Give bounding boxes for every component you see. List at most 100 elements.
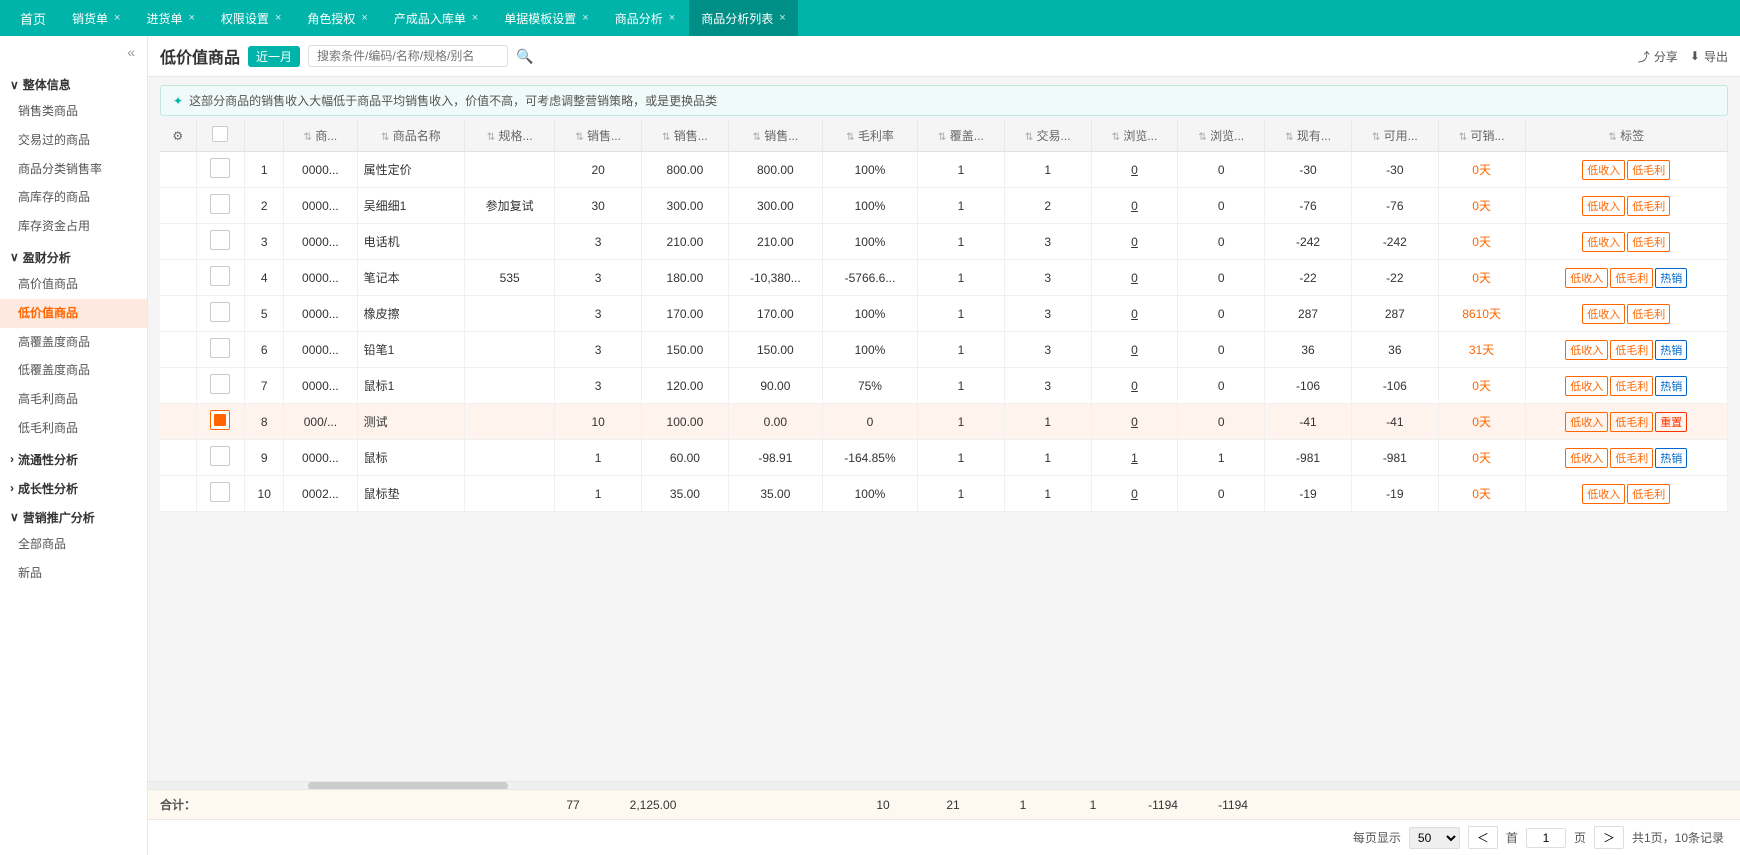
cell-checkbox[interactable] [196, 476, 245, 512]
row-checkbox[interactable] [210, 194, 230, 214]
row-checkbox[interactable] [210, 266, 230, 286]
table-row[interactable]: 2 0000... 吴细细1 参加复试 30 300.00 300.00 100… [160, 188, 1728, 224]
next-page-btn[interactable]: ＞ [1594, 826, 1624, 849]
cell-browse1[interactable]: 0 [1091, 332, 1178, 368]
close-icon[interactable]: × [361, 12, 367, 24]
sidebar-group-profit[interactable]: ∨盈财分析 [0, 241, 147, 270]
sidebar-item-high-margin[interactable]: 高毛利商品 [0, 385, 147, 414]
row-checkbox[interactable] [210, 302, 230, 322]
sidebar-item-category-sales-rate[interactable]: 商品分类销售率 [0, 155, 147, 184]
nav-sales-order[interactable]: 销货单× [60, 0, 132, 36]
col-stock2[interactable]: ⇅ 可用... [1351, 120, 1438, 152]
sidebar-item-low-value[interactable]: 低价值商品 [0, 299, 147, 328]
table-area[interactable]: ⚙ ⇅ 商... ⇅ 商品名称 ⇅ 规格... ⇅ 销售... ⇅ 销售... … [160, 120, 1728, 781]
browse-link[interactable]: 0 [1131, 271, 1138, 285]
sidebar-group-marketing[interactable]: ∨营销推广分析 [0, 501, 147, 530]
nav-product-analysis-list[interactable]: 商品分析列表× [689, 0, 797, 36]
col-settings[interactable]: ⚙ [160, 120, 196, 152]
cell-checkbox[interactable] [196, 296, 245, 332]
sidebar-group-liquidity[interactable]: ›流通性分析 [0, 443, 147, 472]
cell-checkbox[interactable] [196, 368, 245, 404]
col-browse2[interactable]: ⇅ 浏览... [1178, 120, 1265, 152]
col-days[interactable]: ⇅ 可销... [1438, 120, 1525, 152]
col-sales2[interactable]: ⇅ 销售... [728, 120, 822, 152]
per-page-select[interactable]: 50 100 [1409, 827, 1460, 849]
col-browse1[interactable]: ⇅ 浏览... [1091, 120, 1178, 152]
period-button[interactable]: 近一月 [248, 46, 300, 67]
sidebar-item-low-coverage[interactable]: 低覆盖度商品 [0, 356, 147, 385]
cell-browse1[interactable]: 0 [1091, 224, 1178, 260]
sidebar-item-all-products[interactable]: 全部商品 [0, 530, 147, 559]
table-row[interactable]: 9 0000... 鼠标 1 60.00 -98.91 -164.85% 1 1… [160, 440, 1728, 476]
row-checkbox[interactable] [210, 158, 230, 178]
row-checkbox[interactable] [210, 230, 230, 250]
cell-browse1[interactable]: 0 [1091, 188, 1178, 224]
collapse-sidebar-btn[interactable]: « [123, 40, 139, 64]
row-checkbox[interactable] [210, 374, 230, 394]
browse-link[interactable]: 0 [1131, 379, 1138, 393]
browse-link[interactable]: 1 [1131, 451, 1138, 465]
close-icon[interactable]: × [114, 12, 120, 24]
sidebar-item-sales-products[interactable]: 销售类商品 [0, 97, 147, 126]
row-checkbox[interactable] [210, 338, 230, 358]
nav-product-analysis[interactable]: 商品分析× [603, 0, 687, 36]
browse-link[interactable]: 0 [1131, 235, 1138, 249]
table-row[interactable]: 7 0000... 鼠标1 3 120.00 90.00 75% 1 3 0 0… [160, 368, 1728, 404]
page-input[interactable] [1526, 828, 1566, 848]
close-icon[interactable]: × [779, 12, 785, 24]
row-checkbox[interactable] [210, 410, 230, 430]
nav-role-auth[interactable]: 角色授权× [295, 0, 379, 36]
share-button[interactable]: ⤴ 分享 [1638, 48, 1678, 65]
table-row[interactable]: 5 0000... 橡皮擦 3 170.00 170.00 100% 1 3 0… [160, 296, 1728, 332]
cell-checkbox[interactable] [196, 224, 245, 260]
col-cover[interactable]: ⇅ 覆盖... [918, 120, 1005, 152]
cell-browse1[interactable]: 0 [1091, 368, 1178, 404]
search-input[interactable] [308, 45, 508, 67]
cell-browse1[interactable]: 0 [1091, 296, 1178, 332]
sidebar-item-high-stock[interactable]: 高库存的商品 [0, 183, 147, 212]
cell-checkbox[interactable] [196, 260, 245, 296]
sidebar-item-traded-products[interactable]: 交易过的商品 [0, 126, 147, 155]
table-row[interactable]: 8 000/... 测试 10 100.00 0.00 0 1 1 0 0 -4… [160, 404, 1728, 440]
horizontal-scrollbar[interactable] [148, 781, 1740, 789]
sidebar-item-high-coverage[interactable]: 高覆盖度商品 [0, 328, 147, 357]
cell-browse1[interactable]: 0 [1091, 152, 1178, 188]
col-trade[interactable]: ⇅ 交易... [1004, 120, 1091, 152]
table-row[interactable]: 3 0000... 电话机 3 210.00 210.00 100% 1 3 0… [160, 224, 1728, 260]
col-tags[interactable]: ⇅ 标签 [1525, 120, 1728, 152]
col-stock1[interactable]: ⇅ 现有... [1265, 120, 1352, 152]
col-qty[interactable]: ⇅ 销售... [555, 120, 642, 152]
table-row[interactable]: 10 0002... 鼠标垫 1 35.00 35.00 100% 1 1 0 … [160, 476, 1728, 512]
browse-link[interactable]: 0 [1131, 307, 1138, 321]
col-name[interactable]: ⇅ 商品名称 [357, 120, 464, 152]
close-icon[interactable]: × [669, 12, 675, 24]
browse-link[interactable]: 0 [1131, 199, 1138, 213]
cell-checkbox[interactable] [196, 152, 245, 188]
cell-browse1[interactable]: 0 [1091, 260, 1178, 296]
cell-checkbox[interactable] [196, 440, 245, 476]
cell-checkbox[interactable] [196, 188, 245, 224]
sidebar-item-low-margin[interactable]: 低毛利商品 [0, 414, 147, 443]
col-spec[interactable]: ⇅ 规格... [465, 120, 555, 152]
nav-product-stock[interactable]: 产成品入库单× [382, 0, 490, 36]
cell-browse1[interactable]: 0 [1091, 404, 1178, 440]
cell-checkbox[interactable] [196, 404, 245, 440]
nav-home[interactable]: 首页 [8, 0, 58, 36]
col-sales1[interactable]: ⇅ 销售... [642, 120, 729, 152]
row-checkbox[interactable] [210, 446, 230, 466]
browse-link[interactable]: 0 [1131, 163, 1138, 177]
search-icon[interactable]: 🔍 [516, 48, 533, 65]
browse-link[interactable]: 0 [1131, 415, 1138, 429]
sidebar-item-stock-capital[interactable]: 库存资金占用 [0, 212, 147, 241]
browse-link[interactable]: 0 [1131, 487, 1138, 501]
export-button[interactable]: ⬇ 导出 [1690, 48, 1728, 65]
close-icon[interactable]: × [582, 12, 588, 24]
sidebar-item-new-products[interactable]: 新品 [0, 559, 147, 588]
cell-checkbox[interactable] [196, 332, 245, 368]
nav-permission[interactable]: 权限设置× [209, 0, 293, 36]
nav-purchase-order[interactable]: 进货单× [134, 0, 206, 36]
col-checkbox[interactable] [196, 120, 245, 152]
sidebar-group-overall[interactable]: ∨整体信息 [0, 68, 147, 97]
close-icon[interactable]: × [472, 12, 478, 24]
close-icon[interactable]: × [188, 12, 194, 24]
